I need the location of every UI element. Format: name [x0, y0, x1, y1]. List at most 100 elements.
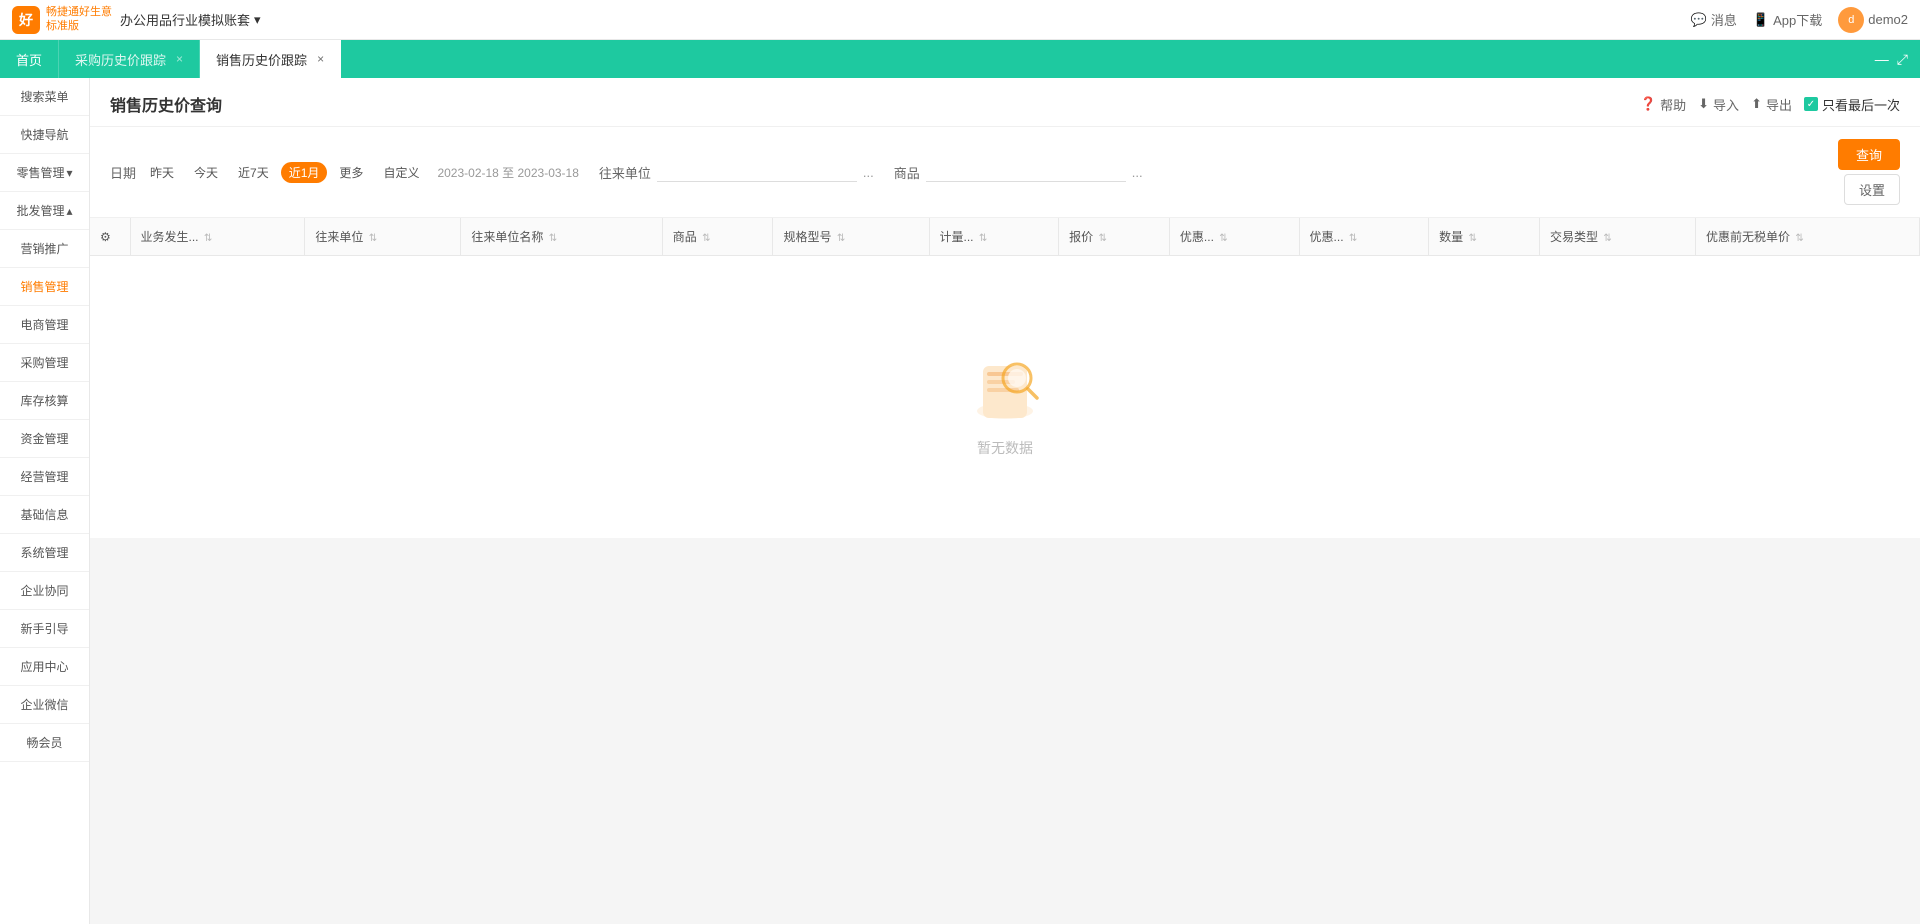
tab-home[interactable]: 首页 — [0, 40, 59, 78]
col-biz-date[interactable]: 业务发生... ⇅ — [130, 218, 305, 256]
minimize-icon[interactable]: — — [1875, 51, 1889, 67]
sidebar-item-enterprise[interactable]: 企业协同 — [0, 572, 89, 610]
product-filter-dots[interactable]: ... — [1132, 165, 1143, 180]
filter-actions: 查询 设置 — [1838, 139, 1900, 205]
col-partner-name[interactable]: 往来单位名称 ⇅ — [461, 218, 662, 256]
col-pre-tax-price[interactable]: 优惠前无税单价 ⇅ — [1695, 218, 1919, 256]
export-button[interactable]: ⬆ 导出 — [1751, 95, 1792, 114]
sidebar-item-inventory[interactable]: 库存核算 — [0, 382, 89, 420]
date-opt-7days[interactable]: 近7天 — [230, 162, 277, 183]
col-quantity[interactable]: 数量 ⇅ — [1429, 218, 1540, 256]
chevron-down-icon: ▾ — [66, 166, 72, 180]
col-partner-code[interactable]: 往来单位 ⇅ — [305, 218, 461, 256]
page-header: 销售历史价查询 ❓ 帮助 ⬇ 导入 ⬆ 导出 — [90, 78, 1920, 127]
content-area: 销售历史价查询 ❓ 帮助 ⬇ 导入 ⬆ 导出 — [90, 78, 1920, 924]
avatar: d — [1838, 7, 1864, 33]
sidebar-item-sales-mgmt[interactable]: 销售管理 — [0, 268, 89, 306]
col-unit[interactable]: 计量... ⇅ — [929, 218, 1059, 256]
partner-filter-label: 往来单位 — [599, 163, 651, 182]
filter-bar: 日期 昨天 今天 近7天 近1月 更多 自定义 2023-02-18 至 202… — [90, 127, 1920, 218]
sidebar: 搜索菜单 快捷导航 零售管理 ▾ 批发管理 ▴ 营销推广 销售管理 电商管理 采… — [0, 78, 90, 924]
sidebar-item-retail[interactable]: 零售管理 ▾ — [0, 154, 89, 192]
maximize-icon[interactable]: ⤢ — [1897, 51, 1908, 68]
sidebar-item-wholesale[interactable]: 批发管理 ▴ — [0, 192, 89, 230]
col-product[interactable]: 商品 ⇅ — [662, 218, 773, 256]
tab-bar-actions: — ⤢ — [1875, 51, 1920, 68]
only-last-checkbox-label[interactable]: 只看最后一次 — [1804, 95, 1900, 114]
app-download-button[interactable]: 📱 App下载 — [1753, 10, 1822, 29]
empty-state: 暂无数据 — [90, 256, 1920, 538]
tab-purchase-history[interactable]: 采购历史价跟踪 × — [59, 40, 200, 78]
sidebar-item-guide[interactable]: 新手引导 — [0, 610, 89, 648]
product-filter-group: 商品 ... — [894, 162, 1143, 182]
date-opt-1month[interactable]: 近1月 — [281, 162, 328, 183]
chevron-down-icon: ▾ — [254, 12, 261, 28]
top-bar-right: 💬 消息 📱 App下载 d demo2 — [1691, 7, 1908, 33]
date-options: 昨天 今天 近7天 近1月 更多 自定义 — [142, 162, 427, 183]
partner-filter-input[interactable] — [657, 162, 857, 182]
gear-icon[interactable]: ⚙ — [100, 230, 111, 244]
col-quoted-price[interactable]: 报价 ⇅ — [1059, 218, 1170, 256]
message-icon: 💬 — [1691, 12, 1707, 28]
tab-bar: 首页 采购历史价跟踪 × 销售历史价跟踪 × — ⤢ — [0, 40, 1920, 78]
empty-illustration — [955, 336, 1055, 426]
only-last-checkbox[interactable] — [1804, 97, 1818, 111]
top-bar: 好 畅捷通好生意 标准版 办公用品行业模拟账套 ▾ 💬 消息 📱 App下载 d… — [0, 0, 1920, 40]
sidebar-item-purchase[interactable]: 采购管理 — [0, 344, 89, 382]
sort-icon: ⇅ — [369, 233, 377, 244]
logo-icon: 好 — [12, 6, 40, 34]
date-opt-custom[interactable]: 自定义 — [375, 162, 427, 183]
sort-icon: ⇅ — [549, 233, 557, 244]
account-selector[interactable]: 办公用品行业模拟账套 ▾ — [120, 10, 261, 29]
col-discount1[interactable]: 优惠... ⇅ — [1169, 218, 1299, 256]
sidebar-item-ecommerce[interactable]: 电商管理 — [0, 306, 89, 344]
product-filter-label: 商品 — [894, 163, 920, 182]
sidebar-item-system[interactable]: 系统管理 — [0, 534, 89, 572]
user-menu[interactable]: d demo2 — [1838, 7, 1908, 33]
export-icon: ⬆ — [1751, 96, 1762, 112]
messages-button[interactable]: 💬 消息 — [1691, 10, 1737, 29]
date-opt-yesterday[interactable]: 昨天 — [142, 162, 182, 183]
date-opt-more[interactable]: 更多 — [331, 162, 371, 183]
top-bar-left: 好 畅捷通好生意 标准版 办公用品行业模拟账套 ▾ — [12, 6, 261, 34]
sidebar-item-vip[interactable]: 畅会员 — [0, 724, 89, 762]
sidebar-item-enterprise-wechat[interactable]: 企业微信 — [0, 686, 89, 724]
sidebar-item-app-center[interactable]: 应用中心 — [0, 648, 89, 686]
sort-icon: ⇅ — [1099, 233, 1107, 244]
col-trade-type[interactable]: 交易类型 ⇅ — [1539, 218, 1695, 256]
main-layout: 搜索菜单 快捷导航 零售管理 ▾ 批发管理 ▴ 营销推广 销售管理 电商管理 采… — [0, 78, 1920, 924]
tab-purchase-history-close[interactable]: × — [176, 52, 183, 66]
sort-icon: ⇅ — [1349, 233, 1357, 244]
sort-icon: ⇅ — [204, 233, 212, 244]
phone-icon: 📱 — [1753, 12, 1769, 28]
tab-sales-history[interactable]: 销售历史价跟踪 × — [200, 40, 341, 78]
help-icon: ❓ — [1640, 96, 1656, 112]
empty-text: 暂无数据 — [977, 438, 1033, 458]
date-filter-group: 日期 昨天 今天 近7天 近1月 更多 自定义 2023-02-18 至 202… — [110, 162, 579, 183]
table-header-row: ⚙ 业务发生... ⇅ 往来单位 ⇅ 往来单位名称 — [90, 218, 1920, 256]
chevron-up-icon: ▴ — [66, 204, 72, 218]
page-title: 销售历史价查询 — [110, 92, 222, 116]
col-discount2[interactable]: 优惠... ⇅ — [1299, 218, 1429, 256]
search-button[interactable]: 查询 — [1838, 139, 1900, 170]
settings-button[interactable]: 设置 — [1844, 174, 1900, 205]
date-opt-today[interactable]: 今天 — [186, 162, 226, 183]
sort-icon: ⇅ — [1603, 233, 1611, 244]
sidebar-item-marketing[interactable]: 营销推广 — [0, 230, 89, 268]
partner-filter-dots[interactable]: ... — [863, 165, 874, 180]
tab-sales-history-close[interactable]: × — [317, 52, 324, 66]
sidebar-item-quick-nav[interactable]: 快捷导航 — [0, 116, 89, 154]
import-icon: ⬇ — [1698, 96, 1709, 112]
sort-icon: ⇅ — [1219, 233, 1227, 244]
sort-icon: ⇅ — [702, 233, 710, 244]
sidebar-item-basic-info[interactable]: 基础信息 — [0, 496, 89, 534]
sidebar-item-finance[interactable]: 资金管理 — [0, 420, 89, 458]
col-spec[interactable]: 规格型号 ⇅ — [773, 218, 929, 256]
help-button[interactable]: ❓ 帮助 — [1640, 95, 1686, 114]
sidebar-item-operations[interactable]: 经营管理 — [0, 458, 89, 496]
date-filter-label: 日期 — [110, 163, 136, 182]
product-filter-input[interactable] — [926, 162, 1126, 182]
sidebar-item-search[interactable]: 搜索菜单 — [0, 78, 89, 116]
logo-area: 好 畅捷通好生意 标准版 — [12, 6, 112, 34]
import-button[interactable]: ⬇ 导入 — [1698, 95, 1739, 114]
